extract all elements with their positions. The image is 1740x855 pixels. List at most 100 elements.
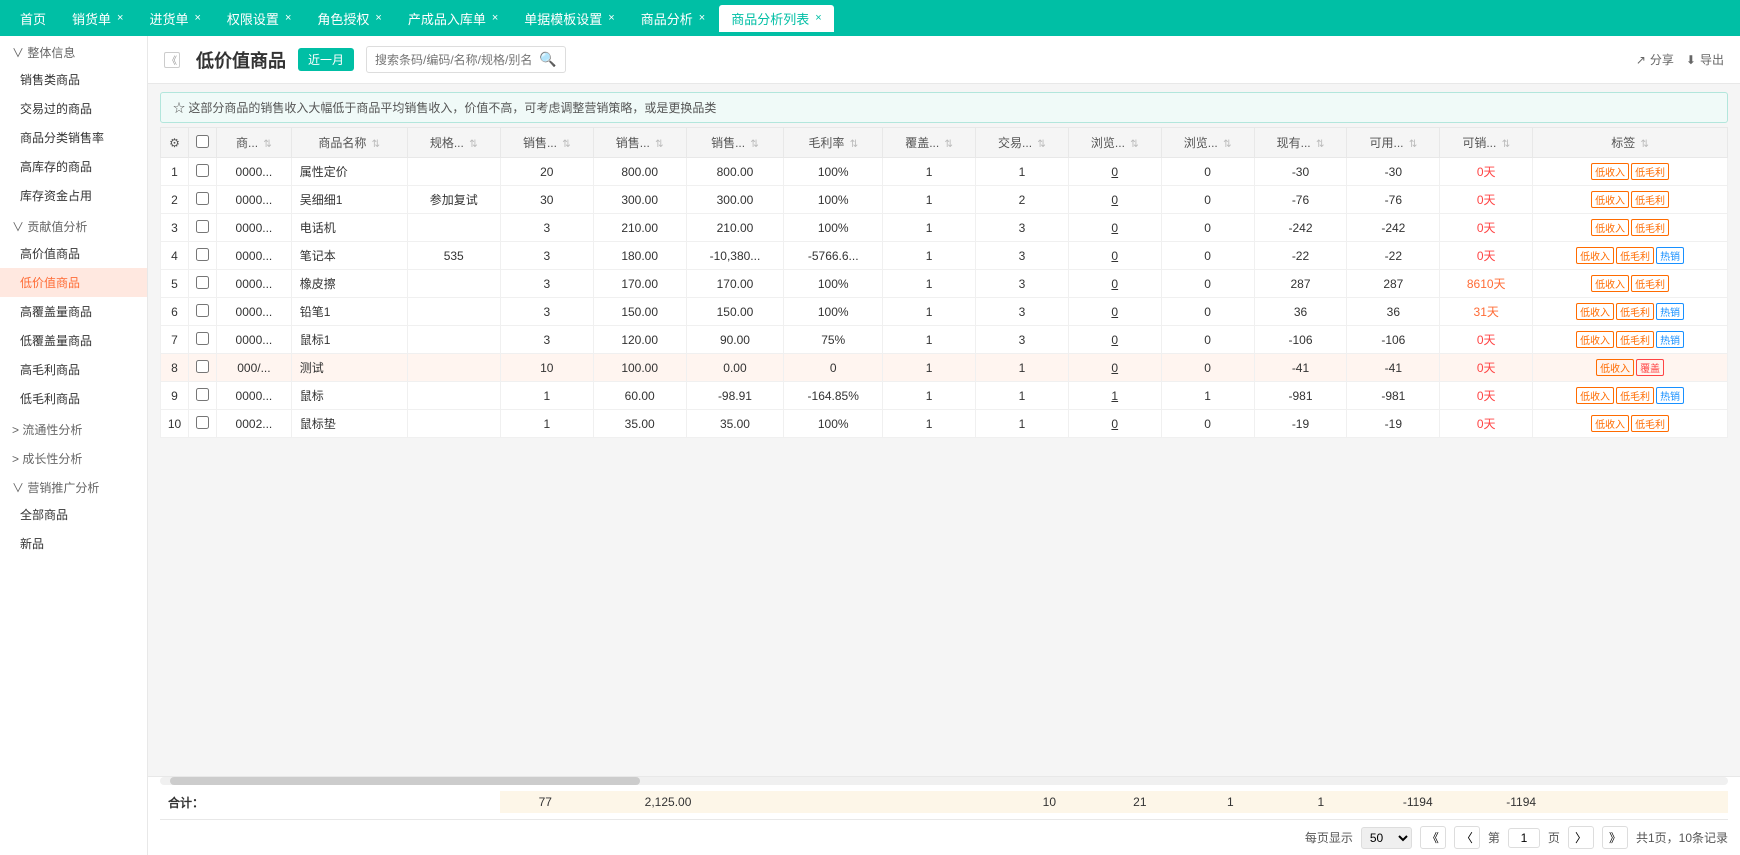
- sidebar-group-growth[interactable]: > 成长性分析: [0, 442, 147, 471]
- row-margin: 75%: [784, 326, 883, 354]
- row-browse1[interactable]: 1: [1068, 382, 1161, 410]
- nav-home[interactable]: 首页: [8, 5, 58, 32]
- search-input[interactable]: [375, 53, 535, 67]
- nav-role-close[interactable]: ×: [375, 12, 381, 24]
- row-select-checkbox[interactable]: [196, 276, 209, 289]
- col-stock1-header[interactable]: 现有... ⇅: [1254, 128, 1347, 158]
- col-gear[interactable]: ⚙: [161, 128, 189, 158]
- sidebar-item-low-coverage[interactable]: 低覆盖量商品: [0, 326, 147, 355]
- sidebar-item-new-products[interactable]: 新品: [0, 529, 147, 558]
- row-select-checkbox[interactable]: [196, 416, 209, 429]
- sidebar-item-low-margin[interactable]: 低毛利商品: [0, 384, 147, 413]
- nav-product-analysis[interactable]: 商品分析 ×: [629, 5, 717, 32]
- sidebar-item-high-stock[interactable]: 高库存的商品: [0, 152, 147, 181]
- col-code-header[interactable]: 商... ⇅: [217, 128, 292, 158]
- row-checkbox[interactable]: [189, 298, 217, 326]
- row-checkbox[interactable]: [189, 410, 217, 438]
- row-select-checkbox[interactable]: [196, 388, 209, 401]
- sidebar-item-sales-products[interactable]: 销售类商品: [0, 65, 147, 94]
- last-page-btn[interactable]: 》: [1602, 826, 1628, 849]
- nav-permission-close[interactable]: ×: [285, 12, 291, 24]
- sidebar-item-stock-fund[interactable]: 库存资金占用: [0, 181, 147, 210]
- nav-template-close[interactable]: ×: [608, 12, 614, 24]
- row-browse1[interactable]: 0: [1068, 298, 1161, 326]
- nav-product-analysis-list[interactable]: 商品分析列表 ×: [719, 5, 833, 32]
- col-stock3-header[interactable]: 可销... ⇅: [1440, 128, 1533, 158]
- row-checkbox[interactable]: [189, 158, 217, 186]
- col-browse1-header[interactable]: 浏览... ⇅: [1068, 128, 1161, 158]
- row-select-checkbox[interactable]: [196, 360, 209, 373]
- row-checkbox[interactable]: [189, 382, 217, 410]
- sidebar-collapse-btn[interactable]: 《: [164, 52, 180, 68]
- select-all-checkbox[interactable]: [196, 135, 209, 148]
- row-checkbox[interactable]: [189, 354, 217, 382]
- export-btn[interactable]: ⬇ 导出: [1686, 51, 1724, 68]
- col-browse2-header[interactable]: 浏览... ⇅: [1161, 128, 1254, 158]
- page-number-input[interactable]: [1508, 828, 1540, 848]
- nav-permission[interactable]: 权限设置 ×: [215, 5, 303, 32]
- col-name-header[interactable]: 商品名称 ⇅: [291, 128, 407, 158]
- row-checkbox[interactable]: [189, 242, 217, 270]
- row-checkbox[interactable]: [189, 214, 217, 242]
- nav-purchase-close[interactable]: ×: [194, 12, 200, 24]
- sidebar-item-high-margin[interactable]: 高毛利商品: [0, 355, 147, 384]
- nav-product-in[interactable]: 产成品入库单 ×: [396, 5, 510, 32]
- col-s1-header[interactable]: 销售... ⇅: [500, 128, 593, 158]
- nav-sales[interactable]: 销货单 ×: [60, 5, 135, 32]
- first-page-btn[interactable]: 《: [1420, 826, 1446, 849]
- row-select-checkbox[interactable]: [196, 164, 209, 177]
- col-spec-header[interactable]: 规格... ⇅: [407, 128, 500, 158]
- share-btn[interactable]: ↗ 分享: [1636, 51, 1674, 68]
- search-box[interactable]: 🔍: [366, 46, 566, 73]
- search-icon[interactable]: 🔍: [539, 51, 556, 68]
- row-browse1[interactable]: 0: [1068, 270, 1161, 298]
- row-select-checkbox[interactable]: [196, 248, 209, 261]
- nav-purchase[interactable]: 进货单 ×: [137, 5, 212, 32]
- row-browse1[interactable]: 0: [1068, 354, 1161, 382]
- col-checkbox-header[interactable]: [189, 128, 217, 158]
- nav-product-in-close[interactable]: ×: [492, 12, 498, 24]
- row-browse1[interactable]: 0: [1068, 158, 1161, 186]
- prev-page-btn[interactable]: 〈: [1454, 826, 1480, 849]
- sidebar-item-high-coverage[interactable]: 高覆盖量商品: [0, 297, 147, 326]
- nav-sales-close[interactable]: ×: [117, 12, 123, 24]
- nav-product-analysis-close[interactable]: ×: [699, 12, 705, 24]
- row-stock1: 287: [1254, 270, 1347, 298]
- row-select-checkbox[interactable]: [196, 220, 209, 233]
- sidebar-item-traded-products[interactable]: 交易过的商品: [0, 94, 147, 123]
- sidebar-group-contribution[interactable]: ∨ 贡献值分析: [0, 210, 147, 239]
- sidebar-group-marketing[interactable]: ∨ 营销推广分析: [0, 471, 147, 500]
- row-select-checkbox[interactable]: [196, 332, 209, 345]
- filter-recent-month-btn[interactable]: 近一月: [298, 48, 354, 71]
- row-browse1[interactable]: 0: [1068, 186, 1161, 214]
- nav-product-analysis-list-close[interactable]: ×: [815, 12, 821, 24]
- col-s3-header[interactable]: 销售... ⇅: [686, 128, 784, 158]
- row-browse2: 0: [1161, 270, 1254, 298]
- row-checkbox[interactable]: [189, 270, 217, 298]
- sidebar-group-overall[interactable]: ∨ 整体信息: [0, 36, 147, 65]
- horizontal-scrollbar[interactable]: [160, 777, 1728, 785]
- row-select-checkbox[interactable]: [196, 192, 209, 205]
- row-select-checkbox[interactable]: [196, 304, 209, 317]
- row-browse1[interactable]: 0: [1068, 214, 1161, 242]
- row-browse1[interactable]: 0: [1068, 326, 1161, 354]
- row-checkbox[interactable]: [189, 186, 217, 214]
- next-page-btn[interactable]: 〉: [1568, 826, 1594, 849]
- sidebar-item-low-value[interactable]: 低价值商品: [0, 268, 147, 297]
- row-checkbox[interactable]: [189, 326, 217, 354]
- sidebar-item-category-rate[interactable]: 商品分类销售率: [0, 123, 147, 152]
- sidebar-group-liquidity[interactable]: > 流通性分析: [0, 413, 147, 442]
- sidebar-item-all-products[interactable]: 全部商品: [0, 500, 147, 529]
- col-trade-header[interactable]: 交易... ⇅: [975, 128, 1068, 158]
- row-browse1[interactable]: 0: [1068, 242, 1161, 270]
- per-page-select[interactable]: 50 20 100: [1361, 827, 1412, 849]
- nav-role[interactable]: 角色授权 ×: [305, 5, 393, 32]
- nav-template[interactable]: 单据模板设置 ×: [512, 5, 626, 32]
- col-s2-header[interactable]: 销售... ⇅: [593, 128, 686, 158]
- row-browse1[interactable]: 0: [1068, 410, 1161, 438]
- col-cover-header[interactable]: 覆盖... ⇅: [883, 128, 976, 158]
- sidebar-item-high-value[interactable]: 高价值商品: [0, 239, 147, 268]
- col-margin-header[interactable]: 毛利率 ⇅: [784, 128, 883, 158]
- col-tags-header[interactable]: 标签 ⇅: [1533, 128, 1728, 158]
- col-stock2-header[interactable]: 可用... ⇅: [1347, 128, 1440, 158]
